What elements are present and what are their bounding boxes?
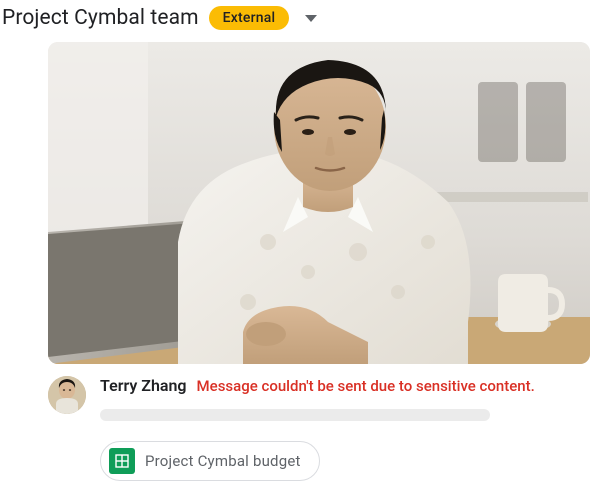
sender-name: Terry Zhang <box>100 376 187 395</box>
chevron-down-icon[interactable] <box>305 15 317 22</box>
attachment-filename: Project Cymbal budget <box>145 452 301 470</box>
message-header: Terry Zhang Message couldn't be sent due… <box>100 376 608 395</box>
room-title[interactable]: Project Cymbal team <box>2 6 199 30</box>
message-row: Terry Zhang Message couldn't be sent due… <box>48 376 608 421</box>
external-badge: External <box>209 6 290 30</box>
sheets-icon <box>109 448 135 474</box>
message-placeholder-bar <box>100 409 490 421</box>
error-message: Message couldn't be sent due to sensitiv… <box>197 377 535 395</box>
attachment-chip[interactable]: Project Cymbal budget <box>100 441 320 481</box>
message-content: Terry Zhang Message couldn't be sent due… <box>100 376 608 421</box>
chat-header: Project Cymbal team External <box>0 0 608 36</box>
avatar[interactable] <box>48 376 86 414</box>
hero-image <box>48 42 590 364</box>
